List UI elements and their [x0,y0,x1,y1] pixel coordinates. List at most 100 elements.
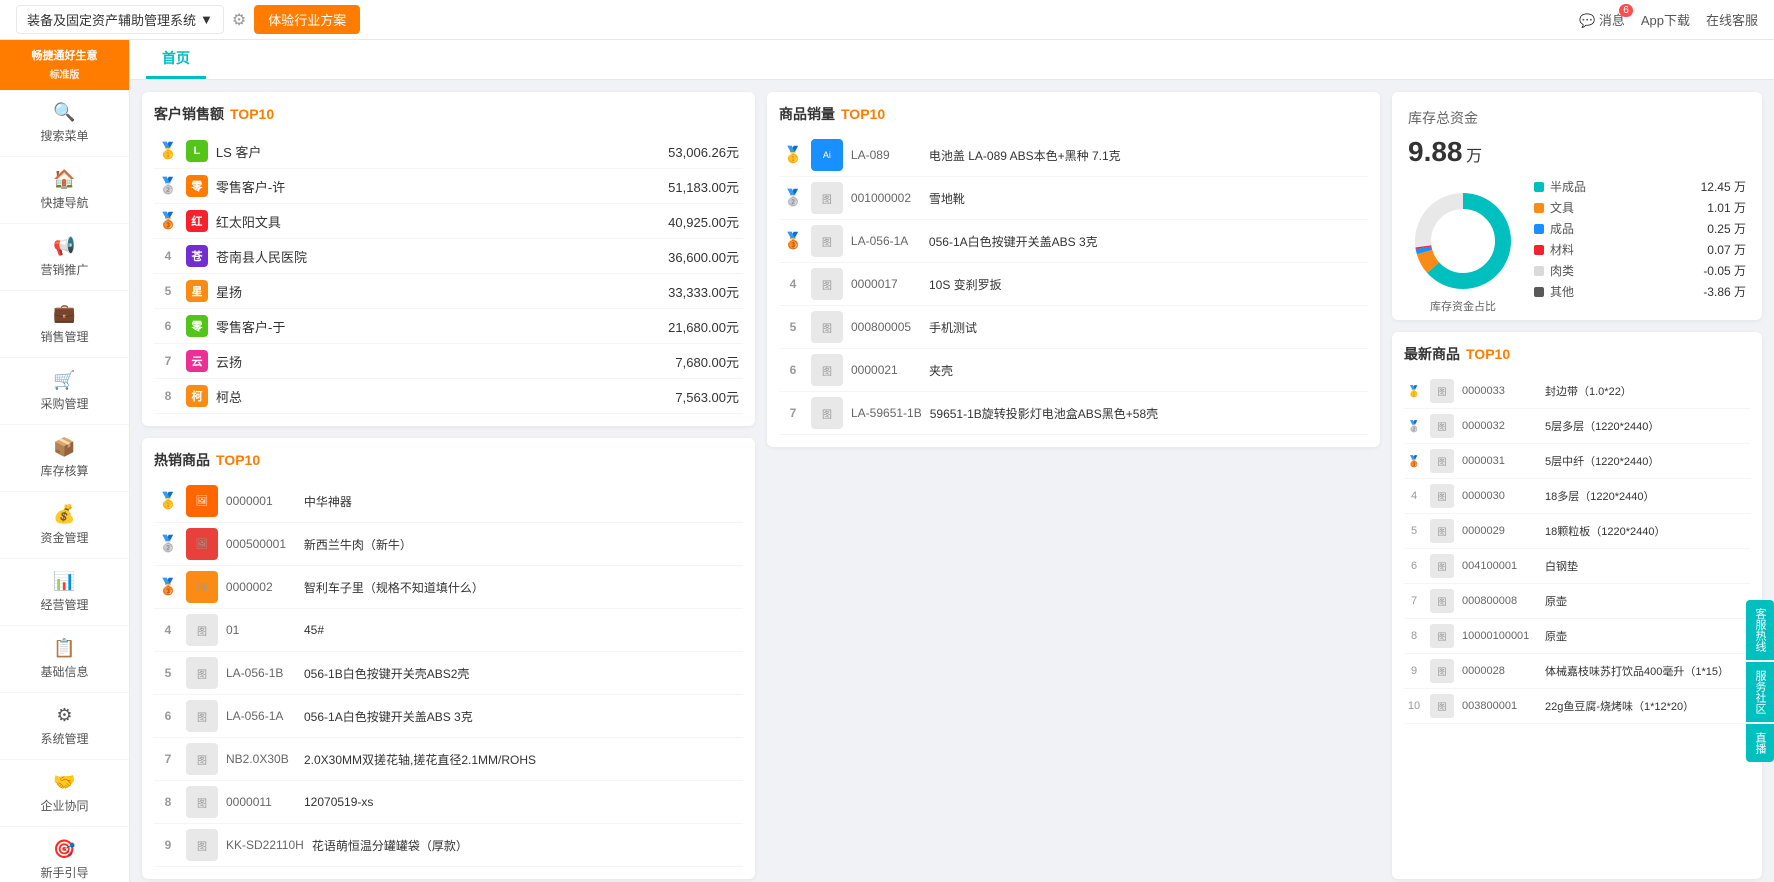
table-row: 4 苍 苍南县人民医院 36,600.00元 [154,239,743,274]
table-row: 🥇 L LS 客户 53,006.26元 [154,134,743,169]
list-item: 🥈 图 0000032 5层多层（1220*2440） [1404,409,1750,444]
legend-item: 成品 0.25 万 [1534,220,1746,237]
product-image: 图 [1430,554,1454,578]
sidebar-item-operations[interactable]: 📊 经营管理 [0,559,129,626]
customer-badge: 柯 [186,385,208,407]
list-item: 7 图 NB2.0X30B 2.0X30MM双搓花轴,搓花直径2.1MM/ROH… [154,738,743,781]
list-item: 🥇 图 0000033 封边带（1.0*22） [1404,374,1750,409]
legend-dot [1534,203,1544,213]
messages-wrap[interactable]: 💬 消息 6 [1579,10,1625,29]
app-download[interactable]: App下载 [1641,10,1690,29]
basicinfo-icon: 📋 [53,638,75,659]
sidebar-item-inventory[interactable]: 📦 库存核算 [0,425,129,492]
sidebar-item-system[interactable]: ⚙ 系统管理 [0,693,129,760]
list-item: 5 图 000800005 手机测试 [779,306,1368,349]
legend-name: 成品 [1550,220,1701,237]
medal-icon: 🥇 [158,141,178,161]
list-item: 🥉 🖼 0000002 智利车子里（规格不知道填什么） [154,566,743,609]
sidebar-item-label: 企业协同 [40,797,88,814]
product-name: 原壶 [1545,628,1748,644]
sidebar-item-basic-info[interactable]: 📋 基础信息 [0,626,129,693]
legend-dot [1534,266,1544,276]
product-image: 图 [811,182,843,214]
sidebar-item-label: 经营管理 [40,596,88,613]
sidebar-item-search[interactable]: 🔍 搜索菜单 [0,90,129,157]
float-btn-service[interactable]: 客服热线 [1746,600,1774,660]
product-name: 白钢垫 [1545,558,1748,574]
product-image: 图 [811,311,843,343]
sidebar-item-label: 采购管理 [40,395,88,412]
sidebar-item-sales[interactable]: 💼 销售管理 [0,291,129,358]
medal-icon: 🥈 [783,188,803,208]
list-item: 🥉 图 0000031 5层中纤（1220*2440） [1404,444,1750,479]
medal-icon: 🥉 [783,231,803,251]
product-code: LA-056-1A [226,709,296,723]
system-name: 装备及固定资产辅助管理系统 [27,10,196,29]
product-name: 5层多层（1220*2440） [1545,418,1748,434]
sidebar-item-marketing[interactable]: 📢 营销推广 [0,224,129,291]
settings-icon[interactable]: ⚙ [232,10,246,30]
sidebar-item-purchase[interactable]: 🛒 采购管理 [0,358,129,425]
product-name: 18多层（1220*2440） [1545,488,1748,504]
inventory-title: 库存总资金 [1408,108,1746,128]
float-btn-community[interactable]: 服务社区 [1746,662,1774,722]
sidebar-item-finance[interactable]: 💰 资金管理 [0,492,129,559]
system-selector[interactable]: 装备及固定资产辅助管理系统 ▼ [16,5,224,34]
medal-icon: 🥇 [783,145,803,165]
customer-name: 柯总 [216,387,667,406]
product-image: 图 [1430,694,1454,718]
product-code: 000500001 [226,537,296,551]
legend-value: 1.01 万 [1707,199,1746,216]
list-item: 5 图 LA-056-1B 056-1B白色按键开关壳ABS2壳 [154,652,743,695]
inventory-amount-row: 9.88 万 [1408,136,1746,168]
legend-dot [1534,287,1544,297]
chart-area: 库存资金占比 半成品 12.45 万 文具 [1408,178,1746,304]
legend-dot [1534,182,1544,192]
product-image: 图 [1430,519,1454,543]
product-code: 000800008 [1462,595,1537,607]
online-service[interactable]: 在线客服 [1706,10,1758,29]
customer-amount: 33,333.00元 [668,282,739,301]
inventory-icon: 📦 [53,437,75,458]
trial-button[interactable]: 体验行业方案 [254,5,360,34]
hot-products-title: 热销商品 TOP10 [154,450,743,470]
inventory-amount: 9.88 [1408,136,1463,167]
product-code: 0000029 [1462,525,1537,537]
middle-column: 商品销量 TOP10 🥇 Ai LA-089 电池盖 LA-089 ABS本色+… [767,92,1380,879]
customer-amount: 51,183.00元 [668,177,739,196]
customer-rank-ul: 🥇 L LS 客户 53,006.26元 🥈 零 零售客户-许 51,183.0… [154,134,743,414]
product-image: 图 [1430,589,1454,613]
sidebar-item-label: 新手引导 [40,864,88,881]
legend-dot [1534,245,1544,255]
customer-name: 零售客户-于 [216,317,660,336]
product-sales-card: 商品销量 TOP10 🥇 Ai LA-089 电池盖 LA-089 ABS本色+… [767,92,1380,447]
customer-amount: 40,925.00元 [668,212,739,231]
medal-icon: 🥈 [158,176,178,196]
list-item: 🥈 图 001000002 雪地靴 [779,177,1368,220]
legend-value: -3.86 万 [1703,283,1746,300]
sidebar-item-guide[interactable]: 🎯 新手引导 [0,827,129,882]
product-image: 图 [186,700,218,732]
customer-badge: 云 [186,350,208,372]
product-name: 056-1A白色按键开关盖ABS 3克 [929,233,1364,250]
main-nav: 首页 [130,40,1774,80]
product-code: 003800001 [1462,700,1537,712]
legend-name: 文具 [1550,199,1701,216]
product-name: 新西兰牛肉（新牛） [304,536,739,553]
float-btn-live[interactable]: 直播 [1746,724,1774,762]
top-header: 装备及固定资产辅助管理系统 ▼ ⚙ 体验行业方案 💬 消息 6 App下载 在线… [0,0,1774,40]
medal-icon: 🥇 [1406,385,1422,398]
product-code: LA-089 [851,148,921,162]
customer-badge: 零 [186,315,208,337]
sidebar-item-enterprise[interactable]: 🤝 企业协同 [0,760,129,827]
product-name: 12070519-xs [304,795,739,809]
product-code: 0000030 [1462,490,1537,502]
medal-icon: 🥉 [1406,455,1422,468]
tab-home[interactable]: 首页 [146,40,206,79]
table-row: 6 零 零售客户-于 21,680.00元 [154,309,743,344]
sidebar-item-quicknav[interactable]: 🏠 快捷导航 [0,157,129,224]
product-image: 图 [811,225,843,257]
list-item: 7 图 LA-59651-1B 59651-1B旋转投影灯电池盒ABS黑色+58… [779,392,1368,435]
left-column: 客户销售额 TOP10 🥇 L LS 客户 53,006.26元 [142,92,755,879]
list-item: 4 图 0000017 10S 变刹罗扳 [779,263,1368,306]
